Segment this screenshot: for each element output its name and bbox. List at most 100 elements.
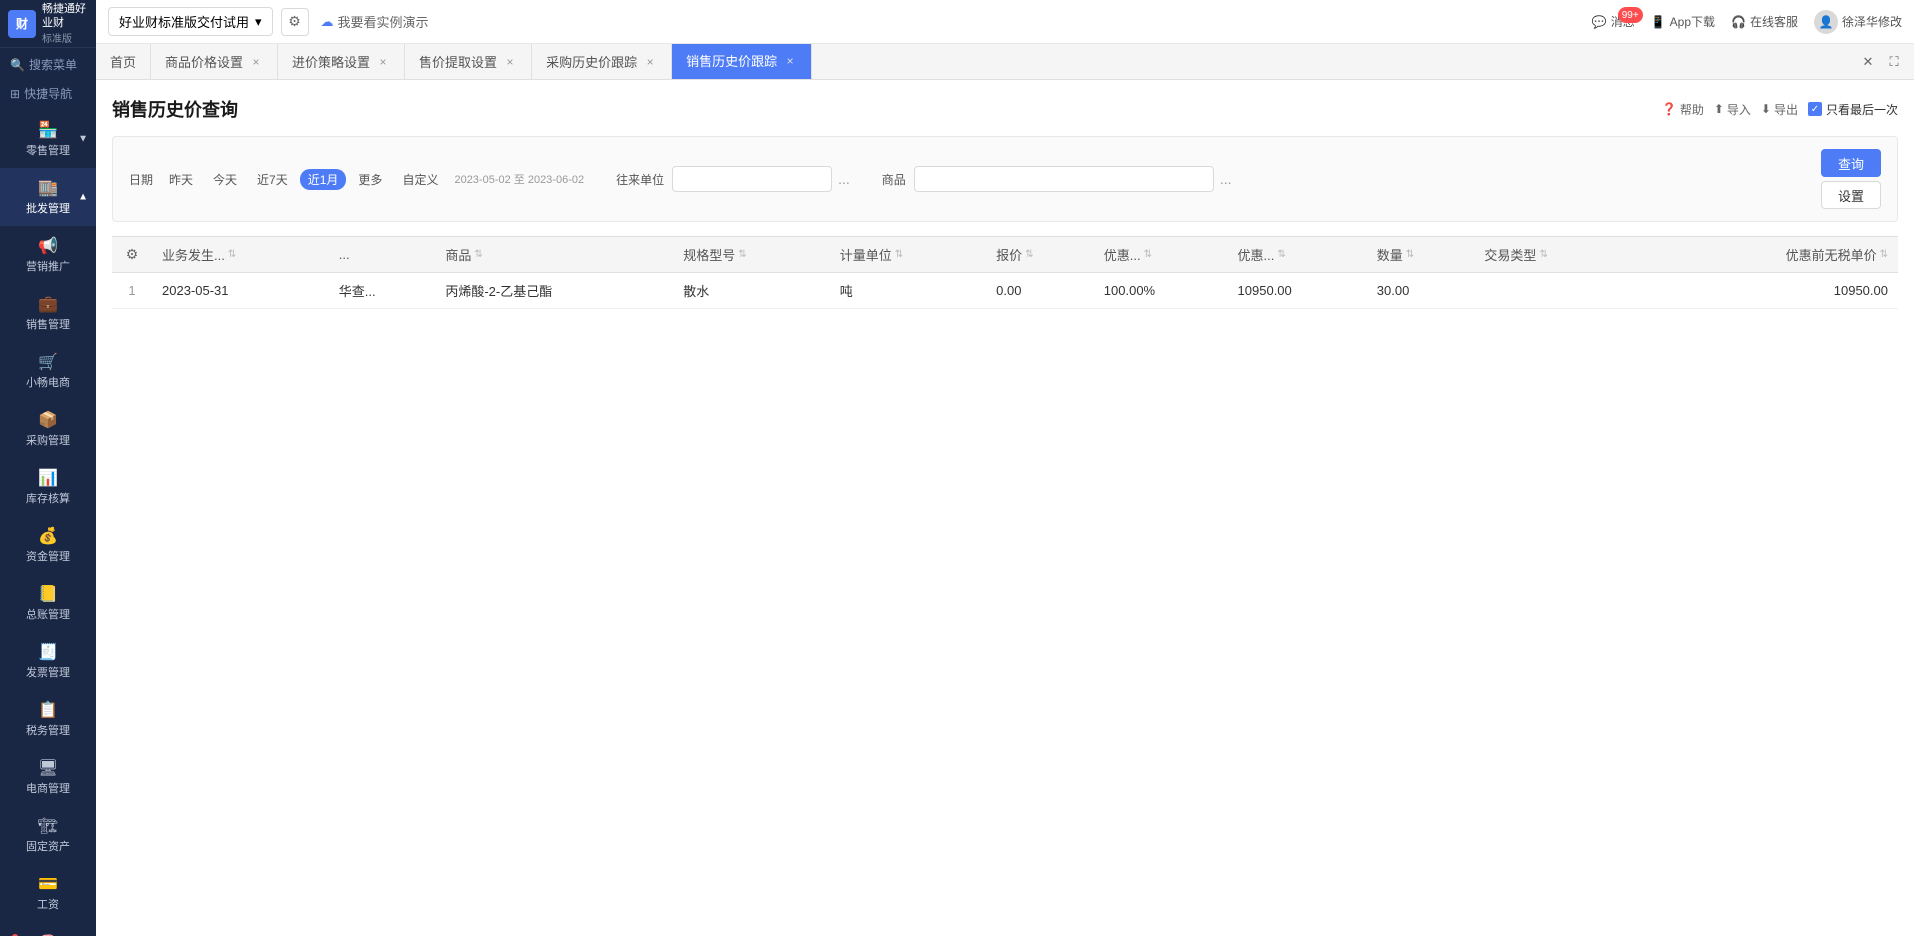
tab-sale-price-label: 售价提取设置: [419, 52, 497, 71]
sort-icon-spec: ⇅: [738, 249, 746, 260]
message-icon: 💬: [1592, 15, 1607, 29]
sidebar-item-invoice[interactable]: 🧾 发票管理: [0, 632, 96, 690]
top-bar-right: 💬 消息 99+ 📱 App下载 🎧 在线客服 👤 徐泽华修改: [1592, 10, 1902, 34]
maximize-tab-button[interactable]: ⛶: [1882, 50, 1906, 74]
sort-trans-type[interactable]: 交易类型 ⇅: [1484, 245, 1547, 264]
sidebar-item-smart[interactable]: 🧠 智能管理: [0, 922, 96, 936]
search-menu[interactable]: 🔍 搜索菜单: [0, 48, 96, 81]
sidebar: 财 畅捷通好业财 标准版 🔍 搜索菜单 ⊞ 快捷导航 🏪 零售管理 ▼ 🏬 批发…: [0, 0, 96, 936]
invoice-icon: 🧾: [38, 642, 58, 662]
sort-price[interactable]: 报价 ⇅: [996, 245, 1033, 264]
close-tab-button[interactable]: ✕: [1856, 50, 1880, 74]
product-filter-group: ...: [914, 166, 1232, 192]
tab-strategy-close[interactable]: ×: [376, 55, 390, 69]
tab-purchase-history-close[interactable]: ×: [643, 55, 657, 69]
date-tab-yesterday[interactable]: 昨天: [161, 169, 201, 190]
gear-icon[interactable]: ⚙: [126, 246, 139, 262]
tab-sale-history[interactable]: 销售历史价跟踪 ×: [672, 44, 812, 80]
th-more[interactable]: ...: [329, 237, 436, 273]
sidebar-item-sales[interactable]: 💼 销售管理: [0, 284, 96, 342]
tab-price[interactable]: 商品价格设置 ×: [151, 44, 278, 80]
sidebar-item-assets[interactable]: 🏗 固定资产: [0, 806, 96, 864]
th-trans-type[interactable]: 交易类型 ⇅: [1474, 237, 1630, 273]
th-pretax-price[interactable]: 优惠前无税单价 ⇅: [1668, 237, 1898, 273]
partner-dots[interactable]: ...: [838, 171, 850, 187]
quick-nav[interactable]: ⊞ 快捷导航: [0, 81, 96, 106]
th-discount1[interactable]: 优惠... ⇅: [1094, 237, 1228, 273]
sidebar-item-ecommerce[interactable]: 🖥 电商管理: [0, 748, 96, 806]
tab-price-close[interactable]: ×: [249, 55, 263, 69]
user-menu[interactable]: 👤 徐泽华修改: [1814, 10, 1902, 34]
cell-discount1: 100.00%: [1094, 273, 1228, 309]
cell-spacer: [1631, 273, 1669, 309]
tabs-bar-end: ✕ ⛶: [1848, 50, 1914, 74]
sort-spec[interactable]: 规格型号 ⇅: [683, 245, 746, 264]
query-button[interactable]: 查询: [1821, 149, 1881, 177]
sort-icon-unit: ⇅: [895, 249, 903, 260]
sort-product[interactable]: 商品 ⇅: [445, 245, 482, 264]
demo-link[interactable]: ☁ 我要看实例演示: [321, 12, 429, 31]
th-unit[interactable]: 计量单位 ⇅: [830, 237, 986, 273]
tab-sale-price-close[interactable]: ×: [503, 55, 517, 69]
export-link[interactable]: ⬇ 导出: [1761, 101, 1798, 118]
setting-button[interactable]: 设置: [1821, 181, 1881, 209]
sort-quantity[interactable]: 数量 ⇅: [1377, 245, 1414, 264]
tab-strategy[interactable]: 进价策略设置 ×: [278, 44, 405, 80]
tab-sale-price[interactable]: 售价提取设置 ×: [405, 44, 532, 80]
sidebar-item-ecommerce-small[interactable]: 🛒 小畅电商: [0, 342, 96, 400]
version-select[interactable]: 好业财标准版交付试用 ▾: [108, 7, 273, 36]
version-select-label: 好业财标准版交付试用: [119, 12, 249, 31]
date-tab-more[interactable]: 更多: [350, 169, 390, 190]
sidebar-item-payroll[interactable]: 💳 工资: [0, 864, 96, 922]
import-icon: ⬆: [1714, 102, 1724, 116]
tab-home[interactable]: 首页: [96, 44, 151, 80]
only-last-checkbox[interactable]: 只看最后一次: [1808, 101, 1898, 118]
th-spacer: [1631, 237, 1669, 273]
app-download-button[interactable]: 📱 App下载: [1651, 13, 1715, 30]
tab-sale-history-label: 销售历史价跟踪: [686, 51, 777, 70]
th-price[interactable]: 报价 ⇅: [986, 237, 1094, 273]
cell-price: 0.00: [986, 273, 1094, 309]
th-product[interactable]: 商品 ⇅: [435, 237, 673, 273]
sort-icon-biz-date: ⇅: [228, 249, 236, 260]
content-area: 销售历史价查询 ❓ 帮助 ⬆ 导入 ⬇ 导出 只看最后一次: [96, 80, 1914, 936]
tab-purchase-history[interactable]: 采购历史价跟踪 ×: [532, 44, 672, 80]
date-tab-today[interactable]: 今天: [205, 169, 245, 190]
expand-arrow-retail: ▼: [78, 134, 88, 145]
online-service-button[interactable]: 🎧 在线客服: [1731, 13, 1798, 30]
sidebar-item-ledger[interactable]: 📒 总账管理: [0, 574, 96, 632]
sort-biz-date[interactable]: 业务发生... ⇅: [162, 245, 236, 264]
import-link[interactable]: ⬆ 导入: [1714, 101, 1751, 118]
sidebar-item-wholesale[interactable]: 🏬 批发管理 ▲: [0, 168, 96, 226]
sidebar-item-inventory[interactable]: 📊 库存核算: [0, 458, 96, 516]
sidebar-item-retail[interactable]: 🏪 零售管理 ▼: [0, 110, 96, 168]
date-tab-last7[interactable]: 近7天: [249, 169, 296, 190]
product-dots[interactable]: ...: [1220, 171, 1232, 187]
th-gear[interactable]: ⚙: [112, 237, 152, 273]
th-spec[interactable]: 规格型号 ⇅: [673, 237, 829, 273]
sidebar-item-marketing[interactable]: 📢 营销推广: [0, 226, 96, 284]
th-biz-date[interactable]: 业务发生... ⇅: [152, 237, 329, 273]
sort-discount2[interactable]: 优惠... ⇅: [1238, 245, 1286, 264]
sidebar-item-purchase[interactable]: 📦 采购管理: [0, 400, 96, 458]
message-button[interactable]: 💬 消息 99+: [1592, 13, 1635, 30]
product-input[interactable]: [914, 166, 1214, 192]
sidebar-item-tax[interactable]: 📋 税务管理: [0, 690, 96, 748]
retail-icon: 🏪: [38, 120, 58, 140]
sort-discount1[interactable]: 优惠... ⇅: [1104, 245, 1152, 264]
tab-sale-history-close[interactable]: ×: [783, 54, 797, 68]
sidebar-item-finance[interactable]: 💰 资金管理: [0, 516, 96, 574]
sort-pretax-price[interactable]: 优惠前无税单价 ⇅: [1786, 245, 1888, 264]
sort-icon-pretax-price: ⇅: [1880, 249, 1888, 260]
date-tab-last1m[interactable]: 近1月: [300, 169, 347, 190]
settings-gear-button[interactable]: ⚙: [281, 8, 309, 36]
help-link[interactable]: ❓ 帮助: [1662, 101, 1704, 118]
th-quantity[interactable]: 数量 ⇅: [1367, 237, 1475, 273]
chevron-down-icon: ▾: [255, 14, 262, 30]
sort-unit[interactable]: 计量单位 ⇅: [840, 245, 903, 264]
th-discount2[interactable]: 优惠... ⇅: [1228, 237, 1367, 273]
date-tab-custom[interactable]: 自定义: [394, 169, 446, 190]
filter-row: 日期 昨天 今天 近7天 近1月 更多 自定义 2023-05-02 至 202…: [129, 166, 1809, 192]
partner-input[interactable]: [672, 166, 832, 192]
cell-partner: 华查...: [329, 273, 436, 309]
